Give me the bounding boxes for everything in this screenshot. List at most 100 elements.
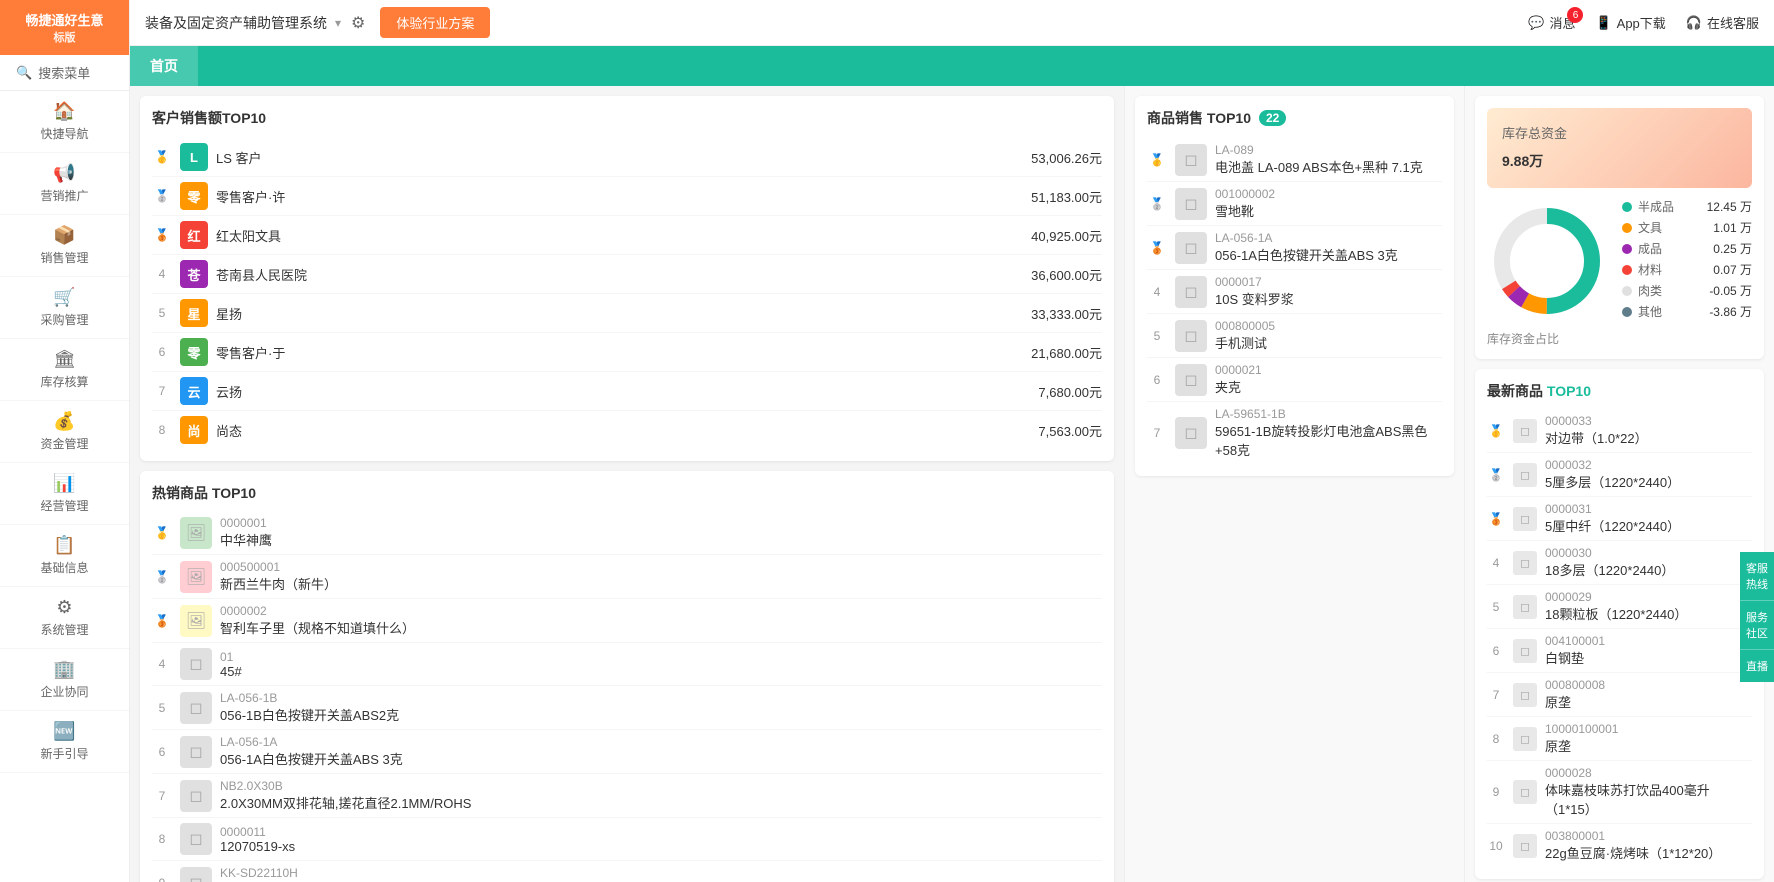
product-info: 000500001 新西兰牛肉（新牛） [220, 560, 1102, 593]
settings-icon[interactable]: ⚙ [351, 13, 365, 33]
product-name: 原垄 [1545, 692, 1605, 711]
product-name: 12070519-xs [220, 839, 1102, 854]
customer-row: 🥈 零 零售客户·许 51,183.00元 [152, 177, 1102, 216]
gear-icon: ⚙ [56, 597, 72, 618]
product-info: 0000029 18颗粒板（1220*2440） [1545, 590, 1687, 623]
rank-number: 🥇 [152, 526, 172, 540]
customer-top10-title: 客户销售额TOP10 [152, 108, 1102, 128]
product-image: 🖼 [180, 605, 212, 637]
newest-product-row: 6 ◻ 004100001 白钢垫 [1487, 629, 1752, 673]
rank-number: 🥉 [152, 228, 172, 242]
product-name: 056-1A白色按键开关盖ABS 3克 [1215, 245, 1442, 264]
chart-icon: 📊 [53, 473, 75, 494]
sidebar-item-sales[interactable]: 📦 销售管理 [0, 215, 129, 277]
sidebar-item-purchase[interactable]: 🛒 采购管理 [0, 277, 129, 339]
sidebar-item-basic-info[interactable]: 📋 基础信息 [0, 525, 129, 587]
rank-number: 7 [1487, 688, 1505, 702]
rank-number: 7 [152, 789, 172, 803]
hot-product-row: 6 ◻ LA-056-1A 056-1A白色按键开关盖ABS 3克 [152, 730, 1102, 774]
main-area: 装备及固定资产辅助管理系统 ▾ ⚙ 体验行业方案 💬 消息 6 📱 App下载 … [130, 0, 1774, 882]
float-service-btn[interactable]: 客服热线 [1740, 552, 1774, 601]
product-code: LA-056-1A [1215, 231, 1442, 245]
rank-number: 🥈 [152, 570, 172, 584]
rank-number: 8 [152, 423, 172, 437]
product-code: 000800005 [1215, 319, 1442, 333]
product-info: LA-089 电池盖 LA-089 ABS本色+黑种 7.1克 [1215, 143, 1442, 176]
legend-item: 文具 1.01 万 [1622, 219, 1752, 236]
online-service-button[interactable]: 🎧 在线客服 [1686, 13, 1759, 32]
customer-top10-card: 客户销售额TOP10 🥇 L LS 客户 53,006.26元 🥈 零 零售客户… [140, 96, 1114, 461]
sidebar-item-operations[interactable]: 📊 经营管理 [0, 463, 129, 525]
product-icon: ◻ [1513, 780, 1537, 804]
trial-button[interactable]: 体验行业方案 [380, 7, 490, 38]
legend-value: 0.07 万 [1713, 261, 1752, 278]
float-community-btn[interactable]: 服务社区 [1740, 601, 1774, 650]
sidebar-item-quick-nav[interactable]: 🏠 快捷导航 [0, 91, 129, 153]
sidebar-item-inventory[interactable]: 🏛 库存核算 [0, 339, 129, 401]
legend-color-dot [1622, 244, 1632, 254]
product-code: NB2.0X30B [220, 779, 1102, 793]
newest-product-row: 5 ◻ 0000029 18颗粒板（1220*2440） [1487, 585, 1752, 629]
product-name: 18多层（1220*2440） [1545, 560, 1674, 579]
customer-value: 33,333.00元 [1031, 304, 1102, 323]
sidebar-item-marketing[interactable]: 📢 营销推广 [0, 153, 129, 215]
customer-name: 红太阳文具 [216, 226, 1023, 245]
donut-chart [1487, 201, 1607, 321]
product-code: 0000001 [220, 516, 1102, 530]
hot-product-row: 7 ◻ NB2.0X30B 2.0X30MM双排花轴,搓花直径2.1MM/ROH… [152, 774, 1102, 818]
sidebar-item-system[interactable]: ⚙ 系统管理 [0, 587, 129, 649]
product-icon: ◻ [1513, 639, 1537, 663]
product-image: ◻ [1175, 188, 1207, 220]
customer-avatar: 零 [180, 182, 208, 210]
content: 客户销售额TOP10 🥇 L LS 客户 53,006.26元 🥈 零 零售客户… [130, 86, 1774, 882]
float-live-btn[interactable]: 直播 [1740, 650, 1774, 682]
product-name: 45# [220, 664, 1102, 679]
chevron-down-icon[interactable]: ▾ [335, 16, 341, 30]
sidebar-search-item[interactable]: 🔍 搜索菜单 [0, 55, 129, 91]
rank-number: 5 [152, 701, 172, 715]
product-icon: ◻ [1513, 595, 1537, 619]
product-sales-row: 7 ◻ LA-59651-1B 59651-1B旋转投影灯电池盒ABS黑色+58… [1147, 402, 1442, 464]
tab-home[interactable]: 首页 [130, 46, 198, 86]
customer-row: 6 零 零售客户·于 21,680.00元 [152, 333, 1102, 372]
sidebar-item-guide[interactable]: 🆕 新手引导 [0, 711, 129, 773]
message-button[interactable]: 💬 消息 6 [1528, 13, 1575, 32]
customer-row: 🥇 L LS 客户 53,006.26元 [152, 138, 1102, 177]
legend-color-dot [1622, 223, 1632, 233]
sidebar-item-label: 经营管理 [40, 497, 88, 514]
app-download-button[interactable]: 📱 App下载 [1595, 13, 1665, 32]
product-name: 18颗粒板（1220*2440） [1545, 604, 1687, 623]
hot-product-row: 🥇 🖼 0000001 中华神鹰 [152, 511, 1102, 555]
product-code: LA-089 [1215, 143, 1442, 157]
legend-color-dot [1622, 307, 1632, 317]
sidebar-item-label: 采购管理 [40, 311, 88, 328]
sidebar-item-label: 库存核算 [40, 373, 88, 390]
home-icon: 🏠 [53, 101, 75, 122]
customer-name: 星扬 [216, 304, 1023, 323]
product-info: 000800008 原垄 [1545, 678, 1605, 711]
product-sales-title: 商品销售 TOP10 22 [1147, 108, 1442, 128]
product-info: LA-056-1A 056-1A白色按键开关盖ABS 3克 [220, 735, 1102, 768]
customer-row: 7 云 云扬 7,680.00元 [152, 372, 1102, 411]
product-info: KK-SD22110H 花语萌恒温分腿睡袋（厚款） [220, 866, 1102, 882]
rank-number: 10 [1487, 839, 1505, 853]
rank-number: 6 [152, 745, 172, 759]
cart-icon: 🛒 [53, 287, 75, 308]
product-name: 白钢垫 [1545, 648, 1605, 667]
sidebar-item-finance[interactable]: 💰 资金管理 [0, 401, 129, 463]
product-info: 0000032 5厘多层（1220*2440） [1545, 458, 1680, 491]
product-name: 手机测试 [1215, 333, 1442, 352]
product-sales-card: 商品销售 TOP10 22 🥇 ◻ LA-089 电池盖 LA-089 ABS本… [1135, 96, 1454, 476]
sidebar-item-label: 销售管理 [40, 249, 88, 266]
newest-products-list: 🥇 ◻ 0000033 对边带（1.0*22） 🥈 ◻ 0000032 5厘多层… [1487, 409, 1752, 867]
legend-name: 材料 [1638, 261, 1707, 278]
product-image: ◻ [1175, 417, 1207, 449]
product-info: 0000031 5厘中纤（1220*2440） [1545, 502, 1680, 535]
sidebar-item-enterprise[interactable]: 🏢 企业协同 [0, 649, 129, 711]
product-info: 001000002 雪地靴 [1215, 187, 1442, 220]
product-image: ◻ [180, 780, 212, 812]
product-name: 原垄 [1545, 736, 1618, 755]
product-code: LA-056-1B [220, 691, 1102, 705]
rank-number: 5 [1147, 329, 1167, 343]
customer-value: 7,563.00元 [1038, 421, 1102, 440]
